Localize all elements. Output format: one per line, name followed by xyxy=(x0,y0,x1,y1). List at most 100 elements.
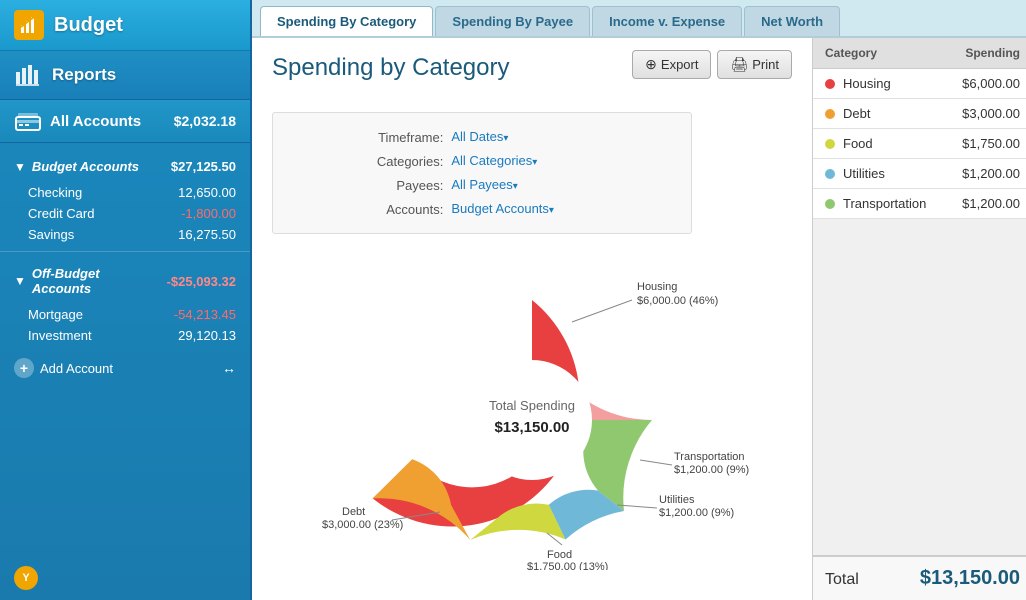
transportation-name: Transportation xyxy=(843,196,962,211)
housing-amount: $6,000.00 xyxy=(962,76,1020,91)
tab-income-vs-expense[interactable]: Income v. Expense xyxy=(592,6,742,36)
accounts-value[interactable]: Budget Accounts▾ xyxy=(451,197,675,221)
food-dot xyxy=(825,139,835,149)
investment-balance: 29,120.13 xyxy=(178,328,236,343)
accounts-label: Accounts: xyxy=(289,197,451,221)
report-main: Spending by Category ⊕ Export 🖨 Print Ti… xyxy=(252,38,812,600)
investment-name: Investment xyxy=(28,328,92,343)
report-title: Spending by Category xyxy=(272,54,510,82)
add-account-row[interactable]: + Add Account ↔ xyxy=(0,350,250,386)
category-row-transportation[interactable]: Transportation $1,200.00 xyxy=(813,189,1026,219)
category-row-debt[interactable]: Debt $3,000.00 xyxy=(813,99,1026,129)
mortgage-name: Mortgage xyxy=(28,307,83,322)
sidebar: Budget Reports All Accounts $2,032.1 xyxy=(0,0,252,600)
credit-card-row[interactable]: Credit Card -1,800.00 xyxy=(0,203,250,224)
col-spending-header: Spending xyxy=(965,46,1020,60)
housing-name: Housing xyxy=(843,76,962,91)
donut-chart: Total Spending $13,150.00 Housing $6,000… xyxy=(272,250,792,570)
savings-name: Savings xyxy=(28,227,74,242)
svg-text:Transportation: Transportation xyxy=(674,451,745,463)
budget-accounts-total: $27,125.50 xyxy=(171,159,236,174)
utilities-dot xyxy=(825,169,835,179)
svg-text:$3,000.00 (23%): $3,000.00 (23%) xyxy=(322,519,403,531)
reports-icon xyxy=(14,61,42,89)
tab-spending-by-category[interactable]: Spending By Category xyxy=(260,6,433,36)
sidebar-reports[interactable]: Reports xyxy=(0,51,250,100)
total-amount: $13,150.00 xyxy=(920,567,1020,590)
svg-text:$1,200.00 (9%): $1,200.00 (9%) xyxy=(674,464,749,476)
timeframe-value[interactable]: All Dates▾ xyxy=(451,125,675,149)
svg-text:Total Spending: Total Spending xyxy=(489,398,575,413)
debt-name: Debt xyxy=(843,106,962,121)
checking-balance: 12,650.00 xyxy=(178,185,236,200)
all-accounts-label: All Accounts xyxy=(50,113,166,130)
investment-row[interactable]: Investment 29,120.13 xyxy=(0,325,250,346)
resize-icon: ↔ xyxy=(222,360,236,376)
svg-text:$1,200.00 (9%): $1,200.00 (9%) xyxy=(659,507,734,519)
all-accounts-icon xyxy=(14,110,42,132)
savings-balance: 16,275.50 xyxy=(178,227,236,242)
off-budget-section: ▼ Off-Budget Accounts -$25,093.32 xyxy=(0,258,250,304)
sidebar-bottom: Y xyxy=(0,556,250,600)
export-button[interactable]: ⊕ Export xyxy=(632,50,711,79)
budget-accounts-section: ▼ Budget Accounts $27,125.50 xyxy=(0,151,250,182)
payees-label: Payees: xyxy=(289,173,451,197)
housing-dot xyxy=(825,79,835,89)
main-content: Spending By Category Spending By Payee I… xyxy=(252,0,1026,600)
add-account-label: Add Account xyxy=(40,361,113,376)
all-accounts-balance: $2,032.18 xyxy=(174,113,236,129)
mortgage-row[interactable]: Mortgage -54,213.45 xyxy=(0,304,250,325)
export-icon: ⊕ xyxy=(645,56,657,73)
svg-text:$1,750.00 (13%): $1,750.00 (13%) xyxy=(527,561,608,570)
report-sidebar: Category Spending Housing $6,000.00 Debt… xyxy=(812,38,1026,600)
svg-text:Utilities: Utilities xyxy=(659,494,695,506)
off-budget-total: -$25,093.32 xyxy=(167,274,236,289)
print-label: Print xyxy=(752,57,779,72)
svg-text:Food: Food xyxy=(547,549,572,561)
food-amount: $1,750.00 xyxy=(962,136,1020,151)
category-row-housing[interactable]: Housing $6,000.00 xyxy=(813,69,1026,99)
categories-label: Categories: xyxy=(289,149,451,173)
svg-text:Housing: Housing xyxy=(637,281,677,293)
category-row-utilities[interactable]: Utilities $1,200.00 xyxy=(813,159,1026,189)
budget-accounts-title: Budget Accounts xyxy=(32,159,165,174)
total-row: Total $13,150.00 xyxy=(813,555,1026,600)
budget-icon xyxy=(14,10,44,40)
utilities-name: Utilities xyxy=(843,166,962,181)
category-row-food[interactable]: Food $1,750.00 xyxy=(813,129,1026,159)
payees-value[interactable]: All Payees▾ xyxy=(451,173,675,197)
budget-label: Budget xyxy=(54,14,123,37)
sidebar-budget[interactable]: Budget xyxy=(0,0,250,51)
svg-text:$13,150.00: $13,150.00 xyxy=(494,419,569,436)
debt-amount: $3,000.00 xyxy=(962,106,1020,121)
transportation-dot xyxy=(825,199,835,209)
svg-text:$6,000.00 (46%): $6,000.00 (46%) xyxy=(637,295,718,307)
food-name: Food xyxy=(843,136,962,151)
report-actions: ⊕ Export 🖨 Print xyxy=(632,50,792,79)
utilities-amount: $1,200.00 xyxy=(962,166,1020,181)
total-label: Total xyxy=(825,571,920,589)
table-header: Category Spending xyxy=(813,38,1026,69)
svg-text:Debt: Debt xyxy=(342,506,365,518)
ynab-logo: Y xyxy=(14,566,38,590)
off-budget-title: Off-Budget Accounts xyxy=(32,266,161,296)
print-icon: 🖨 xyxy=(730,56,748,73)
reports-label: Reports xyxy=(52,65,116,85)
credit-card-balance: -1,800.00 xyxy=(181,206,236,221)
tab-spending-by-payee[interactable]: Spending By Payee xyxy=(435,6,590,36)
tabs-bar: Spending By Category Spending By Payee I… xyxy=(252,0,1026,38)
off-budget-arrow-icon: ▼ xyxy=(14,274,26,288)
categories-value[interactable]: All Categories▾ xyxy=(451,149,675,173)
transportation-amount: $1,200.00 xyxy=(962,196,1020,211)
print-button[interactable]: 🖨 Print xyxy=(717,50,792,79)
credit-card-name: Credit Card xyxy=(28,206,94,221)
budget-arrow-icon: ▼ xyxy=(14,160,26,174)
export-label: Export xyxy=(661,57,699,72)
add-icon: + xyxy=(14,358,34,378)
checking-name: Checking xyxy=(28,185,82,200)
sidebar-all-accounts[interactable]: All Accounts $2,032.18 xyxy=(0,100,250,143)
mortgage-balance: -54,213.45 xyxy=(174,307,236,322)
tab-net-worth[interactable]: Net Worth xyxy=(744,6,840,36)
savings-row[interactable]: Savings 16,275.50 xyxy=(0,224,250,245)
checking-row[interactable]: Checking 12,650.00 xyxy=(0,182,250,203)
